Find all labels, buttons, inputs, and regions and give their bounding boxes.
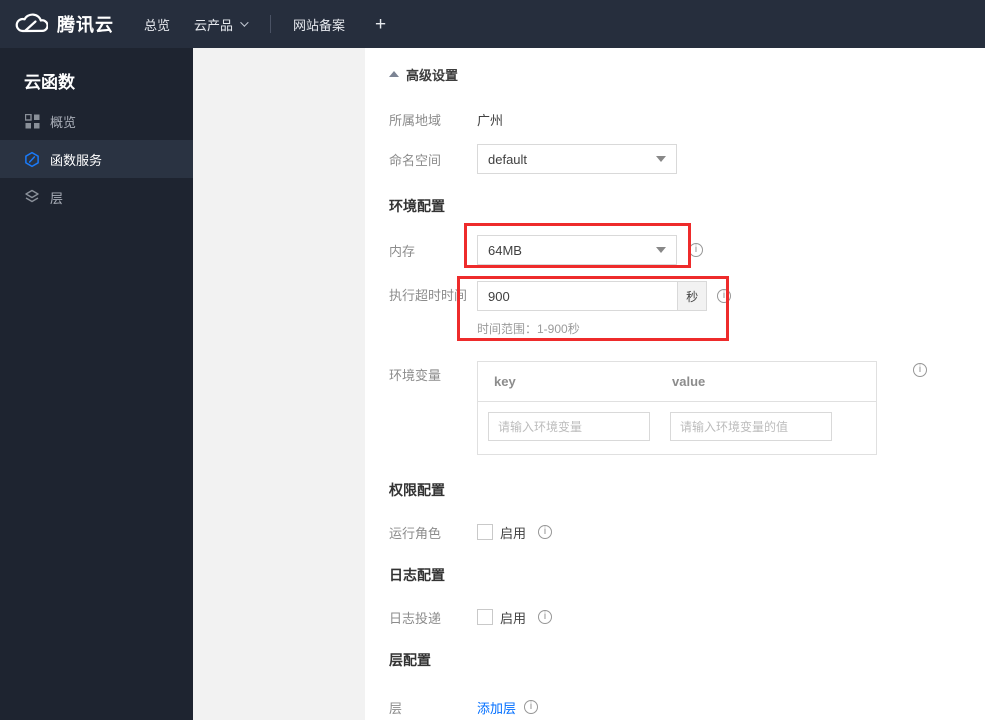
layer-label: 层 bbox=[389, 700, 403, 716]
env-vars-inputs bbox=[478, 402, 876, 454]
grid-icon bbox=[24, 113, 40, 129]
function-hexagon-icon bbox=[24, 151, 40, 167]
timeout-input[interactable] bbox=[478, 282, 678, 310]
sidebar-item-function-service[interactable]: 函数服务 bbox=[0, 140, 193, 178]
env-value-input[interactable] bbox=[670, 412, 832, 441]
run-role-checkbox[interactable] bbox=[477, 524, 493, 540]
namespace-select[interactable]: default bbox=[477, 144, 677, 174]
log-delivery-enable-label: 启用 bbox=[500, 610, 527, 626]
advanced-settings-toggle[interactable]: 高级设置 bbox=[389, 66, 985, 83]
chevron-down-icon bbox=[240, 18, 249, 27]
nav-cloud-products-label: 云产品 bbox=[194, 17, 234, 33]
namespace-label: 命名空间 bbox=[389, 152, 442, 168]
run-role-info-icon[interactable]: i bbox=[538, 525, 553, 539]
nav-overview[interactable]: 总览 bbox=[144, 15, 170, 34]
memory-selected-value: 64MB bbox=[488, 242, 522, 258]
top-nav: 腾讯云 总览 云产品 网站备案 + bbox=[0, 0, 985, 48]
advanced-settings-label: 高级设置 bbox=[406, 67, 459, 83]
log-delivery-row: 日志投递 启用 i bbox=[389, 608, 985, 626]
timeout-label: 执行超时时间 bbox=[389, 288, 468, 303]
main-content: 高级设置 所属地域 广州 命名空间 default 环境配置 内存 64MB i… bbox=[365, 48, 985, 720]
log-delivery-info-icon[interactable]: i bbox=[538, 610, 553, 624]
sidebar-item-label: 函数服务 bbox=[50, 152, 103, 168]
nav-add-tab-button[interactable]: + bbox=[375, 15, 386, 34]
dropdown-arrow-icon bbox=[656, 247, 666, 253]
sidebar-item-layers[interactable]: 层 bbox=[0, 178, 193, 216]
timeout-control: 秒 i 时间范围：1-900秒 bbox=[477, 281, 731, 336]
brand-name: 腾讯云 bbox=[57, 15, 114, 35]
secondary-panel bbox=[193, 48, 365, 720]
layer-info-icon[interactable]: i bbox=[524, 700, 539, 714]
run-role-enable-label: 启用 bbox=[500, 525, 527, 541]
env-vars-row: 环境变量 key value i bbox=[389, 361, 985, 455]
sidebar: 云函数 概览 函数服务 层 bbox=[0, 48, 193, 720]
run-role-row: 运行角色 启用 i bbox=[389, 523, 985, 541]
memory-select[interactable]: 64MB bbox=[477, 235, 677, 265]
memory-info-icon[interactable]: i bbox=[689, 243, 703, 257]
env-vars-info-icon[interactable]: i bbox=[913, 363, 927, 377]
tencent-cloud-logo[interactable]: 腾讯云 bbox=[14, 11, 114, 37]
timeout-hint: 时间范围：1-900秒 bbox=[477, 322, 580, 336]
timeout-info-icon[interactable]: i bbox=[717, 289, 731, 303]
run-role-label: 运行角色 bbox=[389, 525, 442, 541]
sidebar-item-overview[interactable]: 概览 bbox=[0, 102, 193, 140]
region-label: 所属地域 bbox=[389, 113, 442, 128]
sidebar-item-label: 概览 bbox=[50, 114, 77, 130]
log-delivery-checkbox[interactable] bbox=[477, 609, 493, 625]
section-layer-config: 层配置 bbox=[389, 652, 431, 668]
section-env-config: 环境配置 bbox=[389, 198, 445, 214]
region-value: 广州 bbox=[477, 113, 504, 128]
env-key-input[interactable] bbox=[488, 412, 650, 441]
sidebar-title: 云函数 bbox=[24, 73, 75, 92]
section-log-config: 日志配置 bbox=[389, 567, 445, 583]
nav-cloud-products[interactable]: 云产品 bbox=[194, 15, 249, 34]
namespace-selected-value: default bbox=[488, 151, 528, 167]
env-value-header: value bbox=[672, 374, 706, 389]
layers-icon bbox=[24, 189, 40, 205]
env-vars-label: 环境变量 bbox=[389, 368, 442, 383]
env-vars-header: key value bbox=[478, 362, 876, 402]
timeout-row: 执行超时时间 秒 i 时间范围：1-900秒 bbox=[389, 276, 985, 341]
memory-label: 内存 bbox=[389, 243, 416, 259]
section-permission-config: 权限配置 bbox=[389, 482, 445, 498]
timeout-input-group: 秒 bbox=[477, 281, 707, 311]
memory-row: 内存 64MB i bbox=[389, 223, 985, 268]
dropdown-arrow-icon bbox=[656, 156, 666, 162]
env-vars-table: key value bbox=[477, 361, 877, 455]
log-delivery-label: 日志投递 bbox=[389, 610, 442, 626]
timeout-unit: 秒 bbox=[677, 282, 706, 310]
layer-row: 层 添加层 i bbox=[389, 698, 985, 716]
nav-icp[interactable]: 网站备案 bbox=[293, 15, 345, 34]
cloud-logo-icon bbox=[14, 11, 48, 37]
namespace-row: 命名空间 default bbox=[389, 144, 985, 174]
collapse-triangle-icon bbox=[389, 71, 399, 77]
sidebar-item-label: 层 bbox=[50, 190, 64, 206]
env-key-header: key bbox=[494, 374, 516, 389]
nav-divider bbox=[270, 15, 272, 33]
add-layer-link[interactable]: 添加层 bbox=[477, 698, 516, 717]
region-row: 所属地域 广州 bbox=[389, 111, 985, 128]
